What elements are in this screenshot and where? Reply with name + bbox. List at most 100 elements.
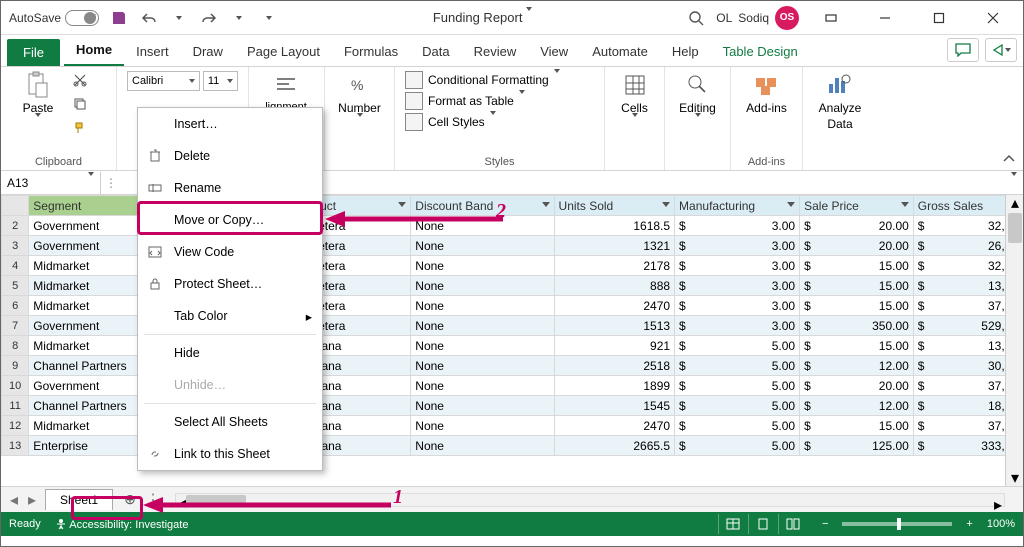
cell-sale[interactable]: $15.00	[800, 256, 914, 276]
row-header[interactable]: 3	[2, 236, 29, 256]
accessibility-status[interactable]: Accessibility: Investigate	[55, 518, 189, 531]
scroll-thumb[interactable]	[1008, 213, 1022, 243]
select-all-corner[interactable]	[2, 196, 29, 216]
horizontal-scrollbar[interactable]: ◂ ▸	[175, 493, 1005, 507]
ctx-rename[interactable]: Rename	[138, 172, 322, 204]
tab-data[interactable]: Data	[410, 38, 461, 66]
col-discount[interactable]: Discount Band	[411, 196, 554, 216]
paste-button[interactable]: Paste	[11, 71, 65, 131]
tab-table-design[interactable]: Table Design	[711, 38, 810, 66]
cell-sale[interactable]: $20.00	[800, 376, 914, 396]
ctx-move-or-copy[interactable]: Move or Copy…	[138, 204, 322, 236]
ctx-tab-color[interactable]: Tab Color▸	[138, 300, 322, 332]
cell-discount[interactable]: None	[411, 216, 554, 236]
view-normal-icon[interactable]	[718, 514, 748, 534]
zoom-out-button[interactable]: −	[822, 518, 828, 530]
cell-sale[interactable]: $125.00	[800, 436, 914, 456]
undo-dropdown[interactable]	[169, 8, 189, 28]
row-header[interactable]: 8	[2, 336, 29, 356]
vertical-scrollbar[interactable]: ▴ ▾	[1005, 195, 1023, 486]
row-header[interactable]: 7	[2, 316, 29, 336]
cell-units[interactable]: 1321	[554, 236, 675, 256]
scroll-down-icon[interactable]: ▾	[1006, 470, 1023, 486]
zoom-level[interactable]: 100%	[987, 518, 1015, 530]
cell-sale[interactable]: $12.00	[800, 356, 914, 376]
cell-discount[interactable]: None	[411, 376, 554, 396]
cell-discount[interactable]: None	[411, 236, 554, 256]
cell-units[interactable]: 1513	[554, 316, 675, 336]
conditional-formatting-button[interactable]: Conditional Formatting	[405, 71, 594, 89]
row-header[interactable]: 2	[2, 216, 29, 236]
col-units[interactable]: Units Sold	[554, 196, 675, 216]
cell-units[interactable]: 2178	[554, 256, 675, 276]
doc-title-dropdown[interactable]	[526, 11, 532, 25]
cut-icon[interactable]	[71, 71, 89, 89]
tab-view[interactable]: View	[528, 38, 580, 66]
cell-mfg[interactable]: $3.00	[675, 236, 800, 256]
search-icon[interactable]	[686, 8, 706, 28]
cell-sale[interactable]: $350.00	[800, 316, 914, 336]
sheet-tab-sheet1[interactable]: Sheet1	[45, 489, 113, 510]
ctx-hide[interactable]: Hide	[138, 337, 322, 369]
qat-customize[interactable]	[259, 8, 279, 28]
row-header[interactable]: 12	[2, 416, 29, 436]
cell-sale[interactable]: $12.00	[800, 396, 914, 416]
cell-styles-button[interactable]: Cell Styles	[405, 113, 594, 131]
minimize-button[interactable]	[863, 4, 907, 32]
tab-home[interactable]: Home	[64, 36, 124, 66]
col-sale[interactable]: Sale Price	[800, 196, 914, 216]
cell-sale[interactable]: $20.00	[800, 216, 914, 236]
view-page-break-icon[interactable]	[778, 514, 808, 534]
cell-discount[interactable]: None	[411, 336, 554, 356]
cell-mfg[interactable]: $5.00	[675, 356, 800, 376]
cell-discount[interactable]: None	[411, 396, 554, 416]
cell-mfg[interactable]: $3.00	[675, 216, 800, 236]
redo-icon[interactable]	[199, 8, 219, 28]
tab-insert[interactable]: Insert	[124, 38, 181, 66]
tab-nav-next[interactable]: ▸	[25, 493, 39, 507]
cell-units[interactable]: 1545	[554, 396, 675, 416]
cell-units[interactable]: 1899	[554, 376, 675, 396]
row-header[interactable]: 6	[2, 296, 29, 316]
zoom-in-button[interactable]: +	[966, 518, 972, 530]
cell-mfg[interactable]: $5.00	[675, 376, 800, 396]
document-title[interactable]: Funding Report	[433, 10, 523, 25]
cell-mfg[interactable]: $5.00	[675, 416, 800, 436]
tab-automate[interactable]: Automate	[580, 38, 660, 66]
account-button[interactable]: OL Sodiq OS	[716, 6, 799, 30]
row-header[interactable]: 4	[2, 256, 29, 276]
tab-review[interactable]: Review	[462, 38, 529, 66]
tab-file[interactable]: File	[7, 39, 60, 66]
cell-mfg[interactable]: $5.00	[675, 396, 800, 416]
tab-draw[interactable]: Draw	[181, 38, 235, 66]
row-header[interactable]: 13	[2, 436, 29, 456]
col-mfg[interactable]: Manufacturing	[675, 196, 800, 216]
cell-sale[interactable]: $15.00	[800, 416, 914, 436]
copy-icon[interactable]	[71, 95, 89, 113]
ctx-view-code[interactable]: View Code	[138, 236, 322, 268]
row-header[interactable]: 9	[2, 356, 29, 376]
autosave-pill[interactable]: Off	[65, 10, 99, 26]
ctx-link-to-sheet[interactable]: Link to this Sheet	[138, 438, 322, 470]
row-header[interactable]: 11	[2, 396, 29, 416]
cell-mfg[interactable]: $3.00	[675, 296, 800, 316]
format-as-table-button[interactable]: Format as Table	[405, 92, 594, 110]
cell-discount[interactable]: None	[411, 416, 554, 436]
save-icon[interactable]	[109, 8, 129, 28]
cells-button[interactable]: Cells	[615, 71, 654, 131]
collapse-ribbon-icon[interactable]	[1003, 154, 1015, 164]
comments-button[interactable]	[947, 38, 979, 62]
cell-units[interactable]: 888	[554, 276, 675, 296]
view-page-layout-icon[interactable]	[748, 514, 778, 534]
cell-sale[interactable]: $15.00	[800, 276, 914, 296]
cell-sale[interactable]: $20.00	[800, 236, 914, 256]
cell-sale[interactable]: $15.00	[800, 296, 914, 316]
row-header[interactable]: 5	[2, 276, 29, 296]
cell-discount[interactable]: None	[411, 296, 554, 316]
cell-mfg[interactable]: $5.00	[675, 436, 800, 456]
redo-dropdown[interactable]	[229, 8, 249, 28]
font-name-combo[interactable]: Calibri	[127, 71, 200, 91]
cell-mfg[interactable]: $5.00	[675, 336, 800, 356]
close-button[interactable]	[971, 4, 1015, 32]
cell-mfg[interactable]: $3.00	[675, 316, 800, 336]
